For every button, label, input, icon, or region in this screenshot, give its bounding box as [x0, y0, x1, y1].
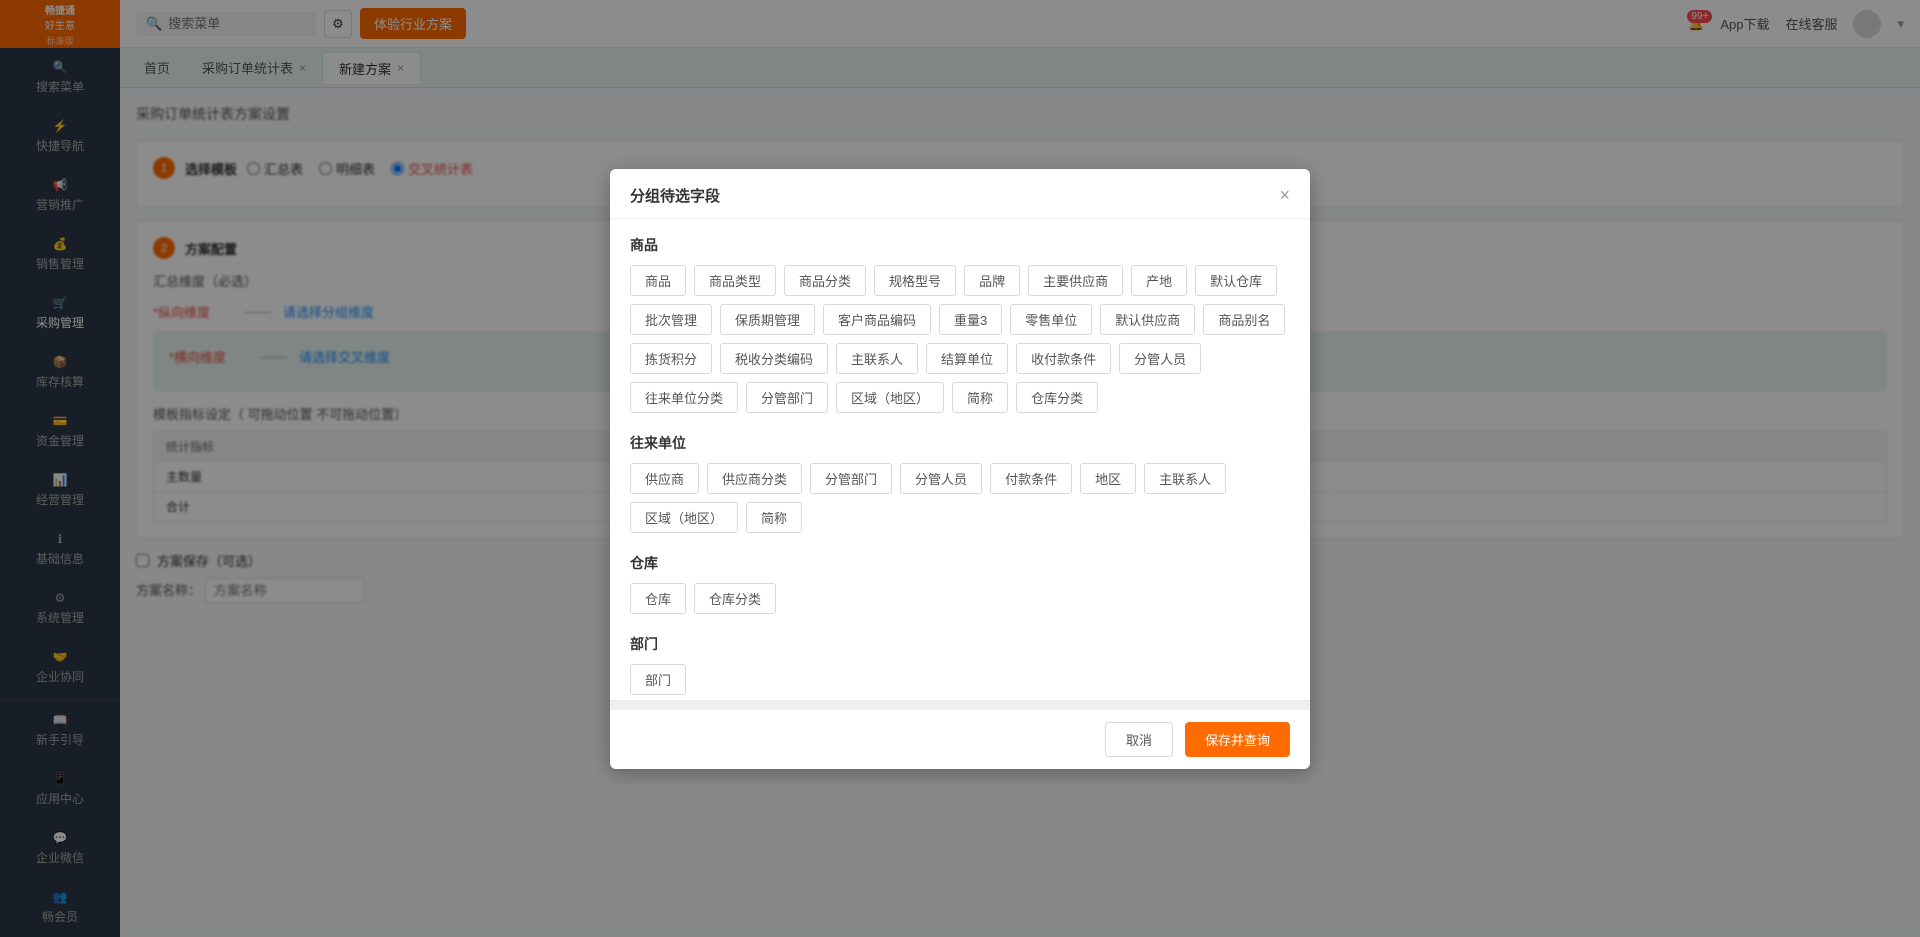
- field-select-modal: 分组待选字段 × 商品 商品 商品类型 商品分类 规格型号 品牌 主要供应商 产…: [610, 169, 1310, 769]
- field-settlement-unit[interactable]: 结算单位: [926, 343, 1008, 374]
- field-short-name-goods[interactable]: 简称: [952, 382, 1008, 413]
- field-manager[interactable]: 分管人员: [1119, 343, 1201, 374]
- modal-close-button[interactable]: ×: [1279, 185, 1290, 206]
- field-spec-model[interactable]: 规格型号: [874, 265, 956, 296]
- modal-footer: 取消 保存并查询: [610, 709, 1310, 769]
- section-partner-title: 往来单位: [630, 433, 1290, 453]
- field-warehouse[interactable]: 仓库: [630, 583, 686, 614]
- save-query-button[interactable]: 保存并查询: [1185, 722, 1290, 757]
- modal-overlay: 分组待选字段 × 商品 商品 商品类型 商品分类 规格型号 品牌 主要供应商 产…: [0, 0, 1920, 937]
- field-shelf-life[interactable]: 保质期管理: [720, 304, 815, 335]
- field-goods[interactable]: 商品: [630, 265, 686, 296]
- section-warehouse: 仓库 仓库 仓库分类: [630, 553, 1290, 614]
- modal-header: 分组待选字段 ×: [610, 169, 1310, 219]
- field-main-contact[interactable]: 主联系人: [836, 343, 918, 374]
- modal-horizontal-scrollbar[interactable]: [610, 700, 1310, 708]
- field-warehouse-category-goods[interactable]: 仓库分类: [1016, 382, 1098, 413]
- field-pick-score[interactable]: 拣货积分: [630, 343, 712, 374]
- field-region-goods[interactable]: 区域（地区）: [836, 382, 944, 413]
- field-warehouse-category[interactable]: 仓库分类: [694, 583, 776, 614]
- field-goods-category[interactable]: 商品分类: [784, 265, 866, 296]
- warehouse-field-tags: 仓库 仓库分类: [630, 583, 1290, 614]
- field-payment-cond[interactable]: 付款条件: [990, 463, 1072, 494]
- field-supplier[interactable]: 供应商: [630, 463, 699, 494]
- section-department: 部门 部门: [630, 634, 1290, 695]
- modal-title: 分组待选字段: [630, 185, 720, 206]
- field-department[interactable]: 部门: [630, 664, 686, 695]
- field-goods-alias[interactable]: 商品别名: [1203, 304, 1285, 335]
- field-area[interactable]: 地区: [1080, 463, 1136, 494]
- field-dept[interactable]: 分管部门: [746, 382, 828, 413]
- field-brand[interactable]: 品牌: [964, 265, 1020, 296]
- department-field-tags: 部门: [630, 664, 1290, 695]
- field-manage-dept[interactable]: 分管部门: [810, 463, 892, 494]
- section-goods-title: 商品: [630, 235, 1290, 255]
- field-main-contact-partner[interactable]: 主联系人: [1144, 463, 1226, 494]
- field-payment-terms[interactable]: 收付款条件: [1016, 343, 1111, 374]
- field-retail-unit[interactable]: 零售单位: [1010, 304, 1092, 335]
- field-supplier-category[interactable]: 供应商分类: [707, 463, 802, 494]
- section-department-title: 部门: [630, 634, 1290, 654]
- field-default-supplier[interactable]: 默认供应商: [1100, 304, 1195, 335]
- modal-body[interactable]: 商品 商品 商品类型 商品分类 规格型号 品牌 主要供应商 产地 默认仓库 批次…: [610, 219, 1310, 701]
- field-weight[interactable]: 重量3: [939, 304, 1002, 335]
- field-region-partner[interactable]: 区域（地区）: [630, 502, 738, 533]
- partner-field-tags: 供应商 供应商分类 分管部门 分管人员 付款条件 地区 主联系人 区域（地区） …: [630, 463, 1290, 533]
- field-tax-code[interactable]: 税收分类编码: [720, 343, 828, 374]
- field-default-warehouse[interactable]: 默认仓库: [1195, 265, 1277, 296]
- field-goods-type[interactable]: 商品类型: [694, 265, 776, 296]
- section-warehouse-title: 仓库: [630, 553, 1290, 573]
- field-main-supplier[interactable]: 主要供应商: [1028, 265, 1123, 296]
- section-partner: 往来单位 供应商 供应商分类 分管部门 分管人员 付款条件 地区 主联系人 区域…: [630, 433, 1290, 533]
- cancel-button[interactable]: 取消: [1105, 722, 1173, 757]
- section-goods: 商品 商品 商品类型 商品分类 规格型号 品牌 主要供应商 产地 默认仓库 批次…: [630, 235, 1290, 413]
- goods-field-tags: 商品 商品类型 商品分类 规格型号 品牌 主要供应商 产地 默认仓库 批次管理 …: [630, 265, 1290, 413]
- field-customer-code[interactable]: 客户商品编码: [823, 304, 931, 335]
- field-manage-person[interactable]: 分管人员: [900, 463, 982, 494]
- field-batch-mgmt[interactable]: 批次管理: [630, 304, 712, 335]
- field-short-name-partner[interactable]: 简称: [746, 502, 802, 533]
- field-origin[interactable]: 产地: [1131, 265, 1187, 296]
- field-partner-category[interactable]: 往来单位分类: [630, 382, 738, 413]
